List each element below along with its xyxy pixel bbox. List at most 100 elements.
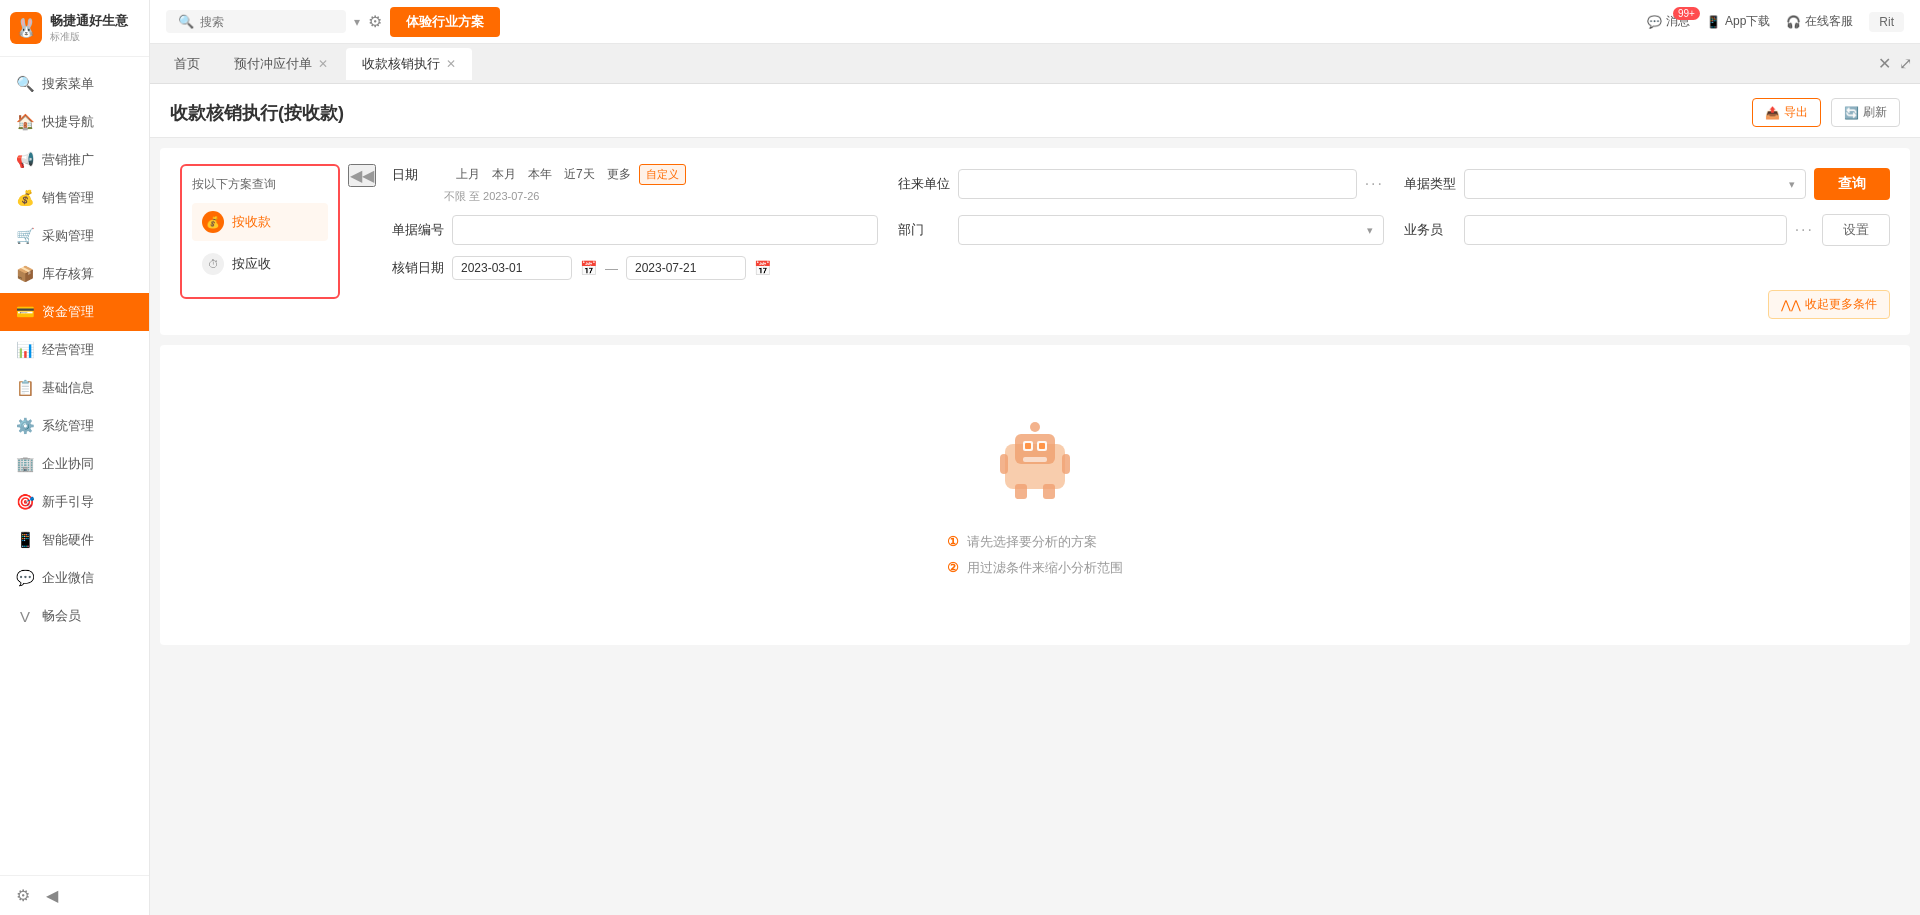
sidebar-item-1[interactable]: 🏠 快捷导航 [0,103,149,141]
bill-no-input[interactable] [452,215,878,245]
bill-type-chevron-icon: ▾ [1789,178,1795,191]
collapse-more-button[interactable]: ⋀⋀ 收起更多条件 [1768,290,1890,319]
settings-icon[interactable]: ⚙ [16,886,30,905]
date-btn-this-year[interactable]: 本年 [524,164,556,185]
sidebar-item-4-label: 采购管理 [42,227,94,245]
filter-panel-collapse-button[interactable]: ◀◀ [348,164,376,187]
topbar-left: 🔍 ▾ ⚙ 体验行业方案 [166,7,1635,37]
dept-select[interactable]: ▾ [958,215,1384,245]
counterpart-input[interactable] [958,169,1357,199]
tab-home-label: 首页 [174,55,200,73]
sidebar-item-7-label: 经营管理 [42,341,94,359]
filter-row-1: 日期 上月 本月 本年 近7天 更多 自定义 不限 至 2023-07-26 [392,164,1890,204]
user-menu[interactable]: Rit [1869,12,1904,32]
sidebar-item-9-label: 系统管理 [42,417,94,435]
filter-option-by-receipt[interactable]: 💰 按收款 [192,203,328,241]
verif-date-end-input[interactable] [626,256,746,280]
sidebar-item-8-icon: 📋 [16,379,34,397]
sidebar-item-12[interactable]: 📱 智能硬件 [0,521,149,559]
verif-date-start-input[interactable] [452,256,572,280]
filter-option-by-receivable[interactable]: ⏱ 按应收 [192,245,328,283]
empty-hint-1-text: 请先选择要分析的方案 [967,534,1097,549]
svg-rect-8 [1062,454,1070,474]
date-btn-this-month[interactable]: 本月 [488,164,520,185]
sidebar-item-1-icon: 🏠 [16,113,34,131]
app-download-button[interactable]: 📱 App下载 [1706,13,1770,30]
refresh-button[interactable]: 🔄 刷新 [1831,98,1900,127]
filter-verif-date-row: 核销日期 📅 — 📅 [392,256,1890,280]
date-btn-more[interactable]: 更多 [603,164,635,185]
bill-type-select[interactable]: ▾ [1464,169,1806,199]
sidebar-item-10[interactable]: 🏢 企业协同 [0,445,149,483]
dept-chevron-icon: ▾ [1367,224,1373,237]
sidebar-item-7-icon: 📊 [16,341,34,359]
tab-collection-close-icon[interactable]: ✕ [446,57,456,71]
tab-maximize-button[interactable]: ⤢ [1899,54,1912,73]
industry-solution-button[interactable]: 体验行业方案 [390,7,500,37]
svg-rect-9 [1015,484,1027,499]
sidebar-item-11[interactable]: 🎯 新手引导 [0,483,149,521]
sidebar-logo: 🐰 畅捷通好生意 标准版 [0,0,149,57]
page-content: 收款核销执行(按收款) 📤 导出 🔄 刷新 按以下方案查询 💰 [150,84,1920,915]
sidebar-item-3[interactable]: 💰 销售管理 [0,179,149,217]
date-btn-last-7days[interactable]: 近7天 [560,164,599,185]
empty-hint-2-text: 用过滤条件来缩小分析范围 [967,560,1123,575]
svg-rect-10 [1043,484,1055,499]
svg-rect-7 [1000,454,1008,474]
refresh-label: 刷新 [1863,104,1887,121]
sidebar-item-13[interactable]: 💬 企业微信 [0,559,149,597]
verif-date-start-calendar-icon[interactable]: 📅 [580,260,597,276]
brand-icon: 🐰 [10,12,42,44]
tab-collection[interactable]: 收款核销执行 ✕ [346,48,472,80]
sidebar-item-14[interactable]: V 畅会员 [0,597,149,635]
message-icon: 💬 [1647,15,1662,29]
sidebar-item-5-icon: 📦 [16,265,34,283]
sidebar-item-2[interactable]: 📢 营销推广 [0,141,149,179]
message-button[interactable]: 💬 消息 99+ [1647,13,1690,30]
sidebar-item-4[interactable]: 🛒 采购管理 [0,217,149,255]
empty-state: ① 请先选择要分析的方案 ② 用过滤条件来缩小分析范围 [160,345,1910,645]
query-button[interactable]: 查询 [1814,168,1890,200]
verif-date-end-calendar-icon[interactable]: 📅 [754,260,771,276]
filter-dept-field: 部门 ▾ [898,214,1384,246]
staff-input[interactable] [1464,215,1787,245]
filter-staff-field: 业务员 ··· 设置 [1404,214,1890,246]
svg-rect-5 [1039,443,1045,449]
export-button[interactable]: 📤 导出 [1752,98,1821,127]
filter-counterpart-field: 往来单位 ··· [898,164,1384,204]
staff-more-button[interactable]: ··· [1795,221,1814,239]
sidebar-item-5[interactable]: 📦 库存核算 [0,255,149,293]
sidebar-item-12-label: 智能硬件 [42,531,94,549]
setting-button[interactable]: 设置 [1822,214,1890,246]
sidebar-item-8[interactable]: 📋 基础信息 [0,369,149,407]
app-icon: 📱 [1706,15,1721,29]
sidebar-item-3-icon: 💰 [16,189,34,207]
receipt-icon: 💰 [202,211,224,233]
page-header-actions: 📤 导出 🔄 刷新 [1752,98,1900,127]
date-btn-last-month[interactable]: 上月 [452,164,484,185]
sidebar-item-9[interactable]: ⚙️ 系统管理 [0,407,149,445]
sidebar-item-7[interactable]: 📊 经营管理 [0,331,149,369]
sidebar-item-0[interactable]: 🔍 搜索菜单 [0,65,149,103]
date-btn-custom[interactable]: 自定义 [639,164,686,185]
tab-prepay-close-icon[interactable]: ✕ [318,57,328,71]
counterpart-more-button[interactable]: ··· [1365,175,1384,193]
sidebar-item-13-icon: 💬 [16,569,34,587]
topbar-gear-icon[interactable]: ⚙ [368,12,382,31]
sidebar-item-6[interactable]: 💳 资金管理 [0,293,149,331]
collapse-sidebar-icon[interactable]: ◀ [46,886,58,905]
search-input[interactable] [200,15,320,29]
empty-hint-1: ① 请先选择要分析的方案 [947,529,1123,555]
staff-label: 业务员 [1404,221,1456,239]
sidebar-item-12-icon: 📱 [16,531,34,549]
search-chevron-icon[interactable]: ▾ [354,15,360,29]
tab-prepay[interactable]: 预付冲应付单 ✕ [218,48,344,80]
filter-option-receipt-label: 按收款 [232,213,271,231]
online-service-button[interactable]: 🎧 在线客服 [1786,13,1853,30]
brand-name: 畅捷通好生意 [50,13,128,30]
tab-home[interactable]: 首页 [158,48,216,80]
search-box[interactable]: 🔍 [166,10,346,33]
sidebar-footer: ⚙ ◀ [0,875,149,915]
tab-close-all-button[interactable]: ✕ [1878,54,1891,73]
sidebar-item-8-label: 基础信息 [42,379,94,397]
